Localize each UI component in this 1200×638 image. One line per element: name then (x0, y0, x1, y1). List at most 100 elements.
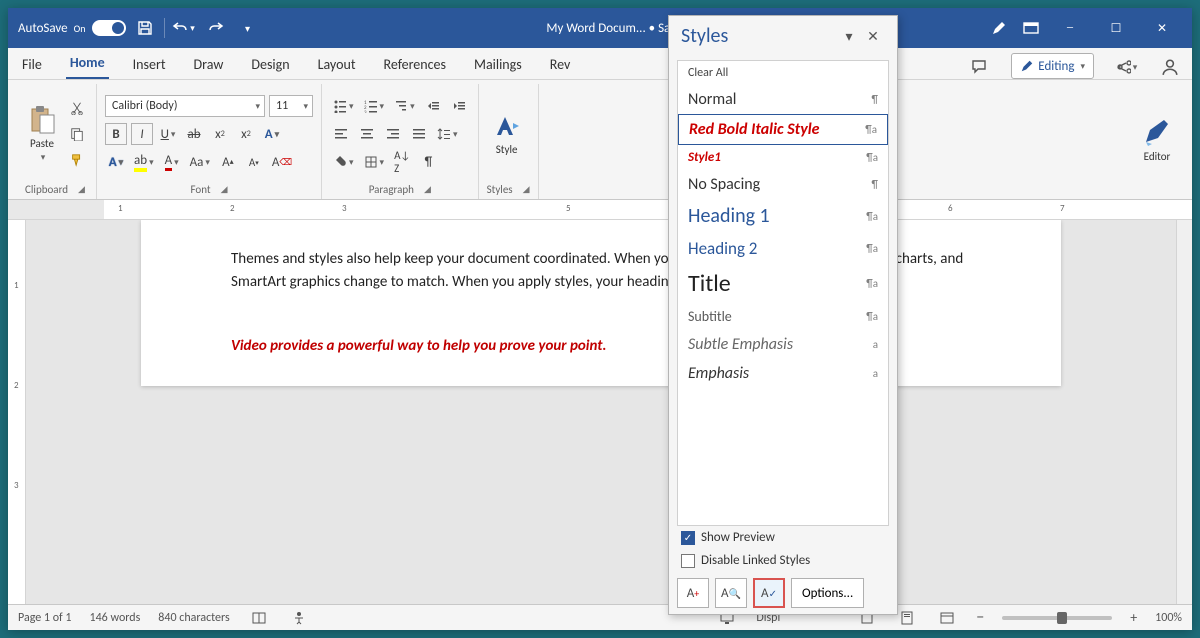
styles-options-button[interactable]: Options... (791, 578, 864, 608)
style-title[interactable]: Title¶a (678, 264, 888, 303)
comments-icon[interactable] (967, 55, 991, 79)
styles-launcher[interactable]: ◢ (523, 184, 530, 195)
decrease-indent-button[interactable] (422, 95, 444, 117)
shrink-font-button[interactable]: A▾ (243, 151, 265, 173)
tab-mailings[interactable]: Mailings (470, 50, 526, 79)
vertical-scrollbar[interactable] (1176, 220, 1192, 604)
clipboard-launcher[interactable]: ◢ (78, 184, 85, 195)
status-chars[interactable]: 840 characters (158, 611, 229, 625)
text-outline-button[interactable]: A▾ (105, 151, 127, 173)
tab-home[interactable]: Home (66, 48, 109, 79)
style-subtitle[interactable]: Subtitle¶a (678, 303, 888, 330)
ruler-vertical[interactable]: 1 2 3 (8, 220, 26, 604)
maximize-button[interactable]: ☐ (1096, 12, 1136, 44)
font-name-select[interactable]: Calibri (Body)▾ (105, 95, 265, 117)
new-style-button[interactable]: A+ (677, 578, 709, 608)
show-preview-checkbox[interactable]: ✓Show Preview (669, 526, 897, 549)
copy-button[interactable] (66, 123, 88, 145)
style-red-bold-italic[interactable]: Red Bold Italic Style¶a (678, 114, 888, 145)
style-style1[interactable]: Style1¶a (678, 145, 888, 170)
font-size-select[interactable]: 11▾ (269, 95, 313, 117)
styles-list[interactable]: Clear All Normal¶ Red Bold Italic Style¶… (677, 60, 889, 526)
borders-button[interactable]: ▾ (361, 151, 388, 173)
status-words[interactable]: 146 words (90, 611, 141, 625)
grow-font-button[interactable]: A▴ (217, 151, 239, 173)
format-painter-button[interactable] (66, 149, 88, 171)
bullets-button[interactable]: ▾ (330, 95, 357, 117)
minimize-button[interactable]: ─ (1050, 12, 1090, 44)
editing-mode-button[interactable]: Editing▾ (1011, 53, 1094, 79)
cut-button[interactable] (66, 97, 88, 119)
share-icon[interactable]: ▾ (1114, 55, 1138, 79)
ruler-horizontal[interactable]: L 1 2 3 5 6 7 (8, 200, 1192, 220)
web-layout-icon[interactable] (936, 607, 958, 629)
account-icon[interactable] (1158, 55, 1182, 79)
tab-file[interactable]: File (18, 50, 46, 79)
accessibility-icon[interactable] (288, 607, 310, 629)
tab-review[interactable]: Rev (546, 50, 575, 79)
editing-label: Editing (1038, 59, 1074, 74)
highlight-button[interactable]: ab▾ (131, 151, 157, 173)
show-marks-button[interactable]: ¶ (417, 151, 439, 173)
editor-button[interactable]: Editor (1136, 88, 1178, 193)
superscript-button[interactable]: x2 (235, 123, 257, 145)
zoom-slider[interactable] (1002, 616, 1112, 620)
align-center-button[interactable] (356, 123, 378, 145)
ribbon-display-icon[interactable] (1018, 15, 1044, 41)
underline-button[interactable]: U▾ (157, 123, 179, 145)
font-launcher[interactable]: ◢ (221, 184, 228, 195)
pane-dropdown-icon[interactable]: ▾ (837, 24, 861, 48)
numbering-button[interactable]: 123▾ (361, 95, 388, 117)
italic-button[interactable]: I (131, 123, 153, 145)
styles-gallery-button[interactable]: Style (487, 88, 527, 180)
status-page[interactable]: Page 1 of 1 (18, 611, 72, 625)
style-heading-2[interactable]: Heading 2¶a (678, 233, 888, 264)
draw-mode-icon[interactable] (986, 15, 1012, 41)
text-effects-button[interactable]: A▾ (261, 123, 283, 145)
style-emphasis[interactable]: Emphasisa (678, 359, 888, 388)
line-spacing-button[interactable]: ▾ (434, 123, 461, 145)
zoom-level[interactable]: 100% (1155, 611, 1182, 625)
redo-button[interactable] (203, 15, 229, 41)
clear-formatting-button[interactable]: A⌫ (269, 151, 295, 173)
align-right-button[interactable] (382, 123, 404, 145)
manage-styles-button[interactable]: A✓ (753, 578, 785, 608)
style-no-spacing[interactable]: No Spacing¶ (678, 170, 888, 199)
disable-linked-checkbox[interactable]: Disable Linked Styles (669, 549, 897, 572)
ruler-tick: 6 (948, 203, 953, 214)
tab-references[interactable]: References (380, 50, 450, 79)
qat-customize-icon[interactable]: ▾ (235, 15, 261, 41)
style-clear-all[interactable]: Clear All (678, 61, 888, 85)
increase-indent-button[interactable] (448, 95, 470, 117)
style-subtle-emphasis[interactable]: Subtle Emphasisa (678, 330, 888, 359)
tab-layout[interactable]: Layout (314, 50, 360, 79)
style-inspector-button[interactable]: A🔍 (715, 578, 747, 608)
justify-button[interactable] (408, 123, 430, 145)
undo-button[interactable]: ▾ (171, 15, 197, 41)
paste-button[interactable]: Paste▾ (22, 88, 62, 180)
bold-button[interactable]: B (105, 123, 127, 145)
close-button[interactable]: ✕ (1142, 12, 1182, 44)
paragraph-launcher[interactable]: ◢ (424, 184, 431, 195)
subscript-button[interactable]: x2 (209, 123, 231, 145)
change-case-button[interactable]: Aa▾ (187, 151, 213, 173)
pane-close-button[interactable]: ✕ (861, 24, 885, 48)
zoom-in-button[interactable]: + (1130, 609, 1137, 626)
multilevel-list-button[interactable]: ▾ (391, 95, 418, 117)
shading-button[interactable]: ▾ (330, 151, 357, 173)
tab-design[interactable]: Design (247, 50, 293, 79)
align-left-button[interactable] (330, 123, 352, 145)
tab-insert[interactable]: Insert (129, 50, 170, 79)
save-icon[interactable] (132, 15, 158, 41)
autosave-toggle[interactable] (92, 20, 126, 36)
print-layout-icon[interactable] (896, 607, 918, 629)
strikethrough-button[interactable]: ab (183, 123, 205, 145)
reading-view-icon[interactable] (248, 607, 270, 629)
zoom-out-button[interactable]: − (976, 608, 984, 627)
tab-draw[interactable]: Draw (190, 50, 228, 79)
document-page[interactable]: Themes and styles also help keep your do… (141, 220, 1061, 386)
style-heading-1[interactable]: Heading 1¶a (678, 199, 888, 233)
font-color-button[interactable]: A▾ (161, 151, 183, 173)
sort-button[interactable]: A↓Z (391, 151, 413, 173)
style-normal[interactable]: Normal¶ (678, 85, 888, 114)
